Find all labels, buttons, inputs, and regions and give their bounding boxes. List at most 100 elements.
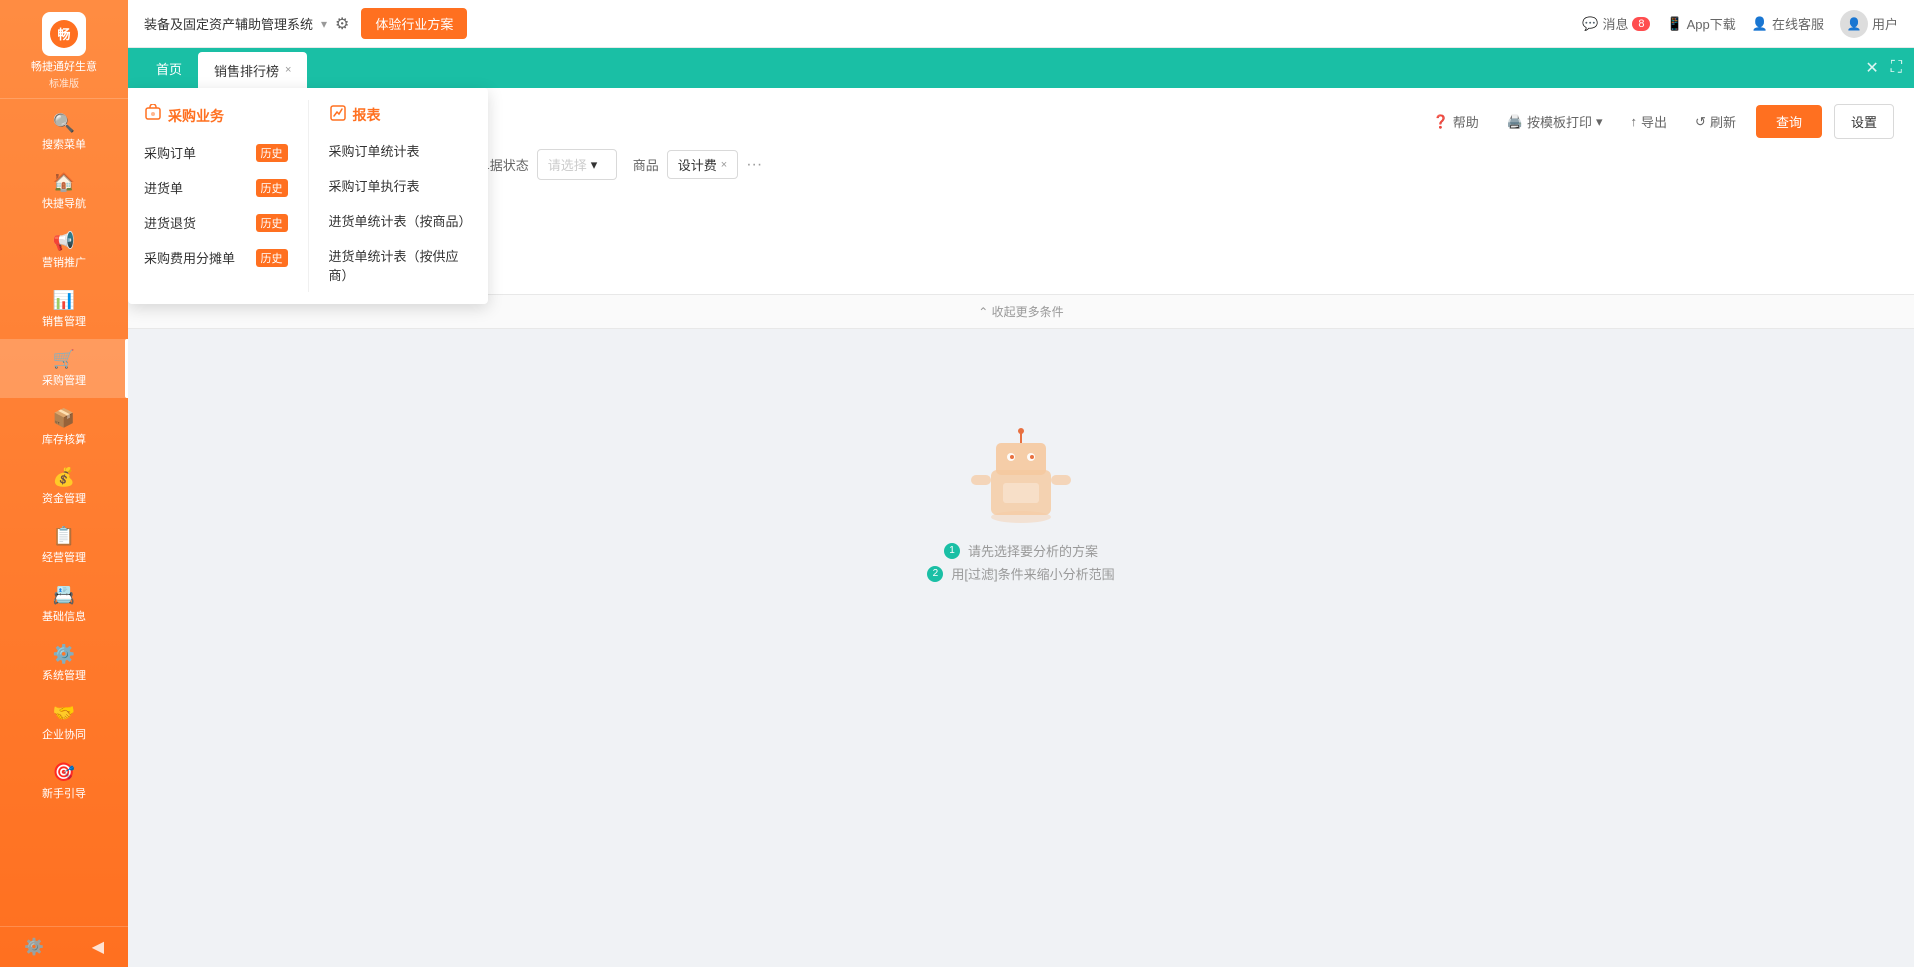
- service-icon: 👤: [1752, 16, 1768, 32]
- topbar-right: 💬 消息 8 📱 App下载 👤 在线客服 👤 用户: [1582, 10, 1898, 38]
- history-badge-3: 历史: [256, 249, 288, 267]
- sidebar-item-guide[interactable]: 🎯 新手引导: [0, 752, 128, 811]
- sidebar-item-basic-info[interactable]: 📇 基础信息: [0, 575, 128, 634]
- dropdown-item-report-3[interactable]: 进货单统计表（按供应商）: [321, 238, 481, 292]
- sidebar-item-finance[interactable]: 💰 资金管理: [0, 457, 128, 516]
- goods-tag: 设计费 ×: [667, 150, 738, 179]
- sidebar-item-system[interactable]: ⚙️ 系统管理: [0, 634, 128, 693]
- empty-illustration: [961, 425, 1081, 525]
- sidebar-collapse-btn[interactable]: ◀: [92, 937, 104, 957]
- enterprise-icon: 🤝: [53, 703, 75, 724]
- empty-state: 1 请先选择要分析的方案 2 用[过滤]条件来缩小分析范围: [128, 329, 1914, 679]
- dropdown-divider: [308, 100, 309, 292]
- app-download-btn[interactable]: 📱 App下载: [1666, 14, 1735, 33]
- sidebar-item-operations[interactable]: 📋 经营管理: [0, 516, 128, 575]
- logo-area: 畅 畅捷通好生意 标准版: [0, 0, 128, 99]
- dropdown-item-return[interactable]: 进货退货 历史: [136, 205, 296, 240]
- online-service-label: 在线客服: [1772, 14, 1824, 33]
- app-download-label: App下载: [1687, 14, 1736, 33]
- message-icon: 💬: [1582, 16, 1598, 32]
- industry-btn[interactable]: 体验行业方案: [361, 8, 467, 39]
- voucher-status-filter: 单据状态 请选择 ▾: [477, 149, 617, 180]
- print-btn[interactable]: 🖨️ 按模板打印 ▾: [1499, 108, 1611, 135]
- tab-home[interactable]: 首页: [140, 48, 198, 88]
- dropdown-item-report-0[interactable]: 采购订单统计表: [321, 133, 481, 168]
- dropdown-item-incoming[interactable]: 进货单 历史: [136, 170, 296, 205]
- sidebar-item-purchase[interactable]: 🛒 采购管理: [0, 339, 128, 398]
- sidebar-item-search[interactable]: 🔍 搜索菜单: [0, 103, 128, 162]
- phone-icon: 📱: [1666, 16, 1682, 32]
- query-btn[interactable]: 查询: [1756, 105, 1822, 138]
- history-badge-0: 历史: [256, 144, 288, 162]
- goods-ellipsis[interactable]: ···: [746, 156, 762, 174]
- refresh-btn[interactable]: ↺ 刷新: [1687, 108, 1744, 135]
- svg-text:畅: 畅: [57, 27, 70, 42]
- guide-icon: 🎯: [53, 762, 75, 783]
- sidebar-item-inventory[interactable]: 📦 库存核算: [0, 398, 128, 457]
- tab-close-icon[interactable]: ✕: [1865, 58, 1878, 78]
- toolbar-right: ❓ 帮助 🖨️ 按模板打印 ▾ ↑ 导出 ↺ 刷新: [1425, 104, 1894, 139]
- history-badge-2: 历史: [256, 214, 288, 232]
- tabbar: 首页 销售排行榜 × ✕ ⛶: [128, 48, 1914, 88]
- report-col-icon: [329, 104, 347, 125]
- purchase-col-icon: [144, 104, 162, 127]
- tab-close-btn[interactable]: ×: [285, 64, 291, 76]
- sidebar-bottom: ⚙️ ◀: [0, 926, 128, 967]
- help-btn[interactable]: ❓ 帮助: [1425, 108, 1487, 135]
- basic-info-icon: 📇: [53, 585, 75, 606]
- sidebar-item-marketing[interactable]: 📢 营销推广: [0, 221, 128, 280]
- topbar: 装备及固定资产辅助管理系统 ▾ ⚙ 体验行业方案 💬 消息 8 📱 App下载 …: [128, 0, 1914, 48]
- empty-hint2: 用[过滤]条件来缩小分析范围: [951, 564, 1114, 583]
- online-service-btn[interactable]: 👤 在线客服: [1752, 14, 1824, 33]
- logo-badge: 标准版: [49, 75, 79, 90]
- history-badge-1: 历史: [256, 179, 288, 197]
- dropdown-item-purchase-order[interactable]: 采购订单 历史: [136, 135, 296, 170]
- goods-tag-close[interactable]: ×: [721, 159, 727, 171]
- tab-right-icons: ✕ ⛶: [1865, 58, 1902, 78]
- dropdown-menu: 采购业务 采购订单 历史 进货单 历史 进货退货 历史 采购费用分摊单 历史: [128, 88, 488, 304]
- purchase-icon: 🛒: [53, 349, 75, 370]
- sidebar-settings-btn[interactable]: ⚙️: [24, 937, 44, 957]
- topbar-gear-icon[interactable]: ⚙: [335, 14, 349, 34]
- logo-icon: 畅: [42, 12, 86, 56]
- goods-label: 商品: [633, 155, 659, 174]
- sidebar-item-quick-nav[interactable]: 🏠 快捷导航: [0, 162, 128, 221]
- report-col-title: 报表: [321, 100, 481, 133]
- report-col: 报表 采购订单统计表 采购订单执行表 进货单统计表（按商品） 进货单统计表（按供…: [313, 100, 489, 292]
- dropdown-arrow-icon[interactable]: ▾: [321, 17, 327, 31]
- sidebar-nav: 🔍 搜索菜单 🏠 快捷导航 📢 营销推广 📊 销售管理 🛒 采购管理 📦 库存核…: [0, 99, 128, 926]
- sidebar-item-enterprise[interactable]: 🤝 企业协同: [0, 693, 128, 752]
- tab-maximize-icon[interactable]: ⛶: [1891, 59, 1902, 77]
- logo-text: 畅捷通好生意: [31, 60, 97, 75]
- goods-filter: 商品 设计费 × ···: [633, 150, 762, 179]
- message-btn[interactable]: 💬 消息 8: [1582, 14, 1650, 33]
- print-arrow-icon: ▾: [1596, 114, 1603, 130]
- tab-sales-rank[interactable]: 销售排行榜 ×: [198, 52, 307, 88]
- search-icon: 🔍: [53, 113, 75, 134]
- export-icon: ↑: [1631, 114, 1638, 129]
- user-label: 用户: [1872, 14, 1898, 33]
- voucher-status-select[interactable]: 请选择 ▾: [537, 149, 617, 180]
- purchase-col: 采购业务 采购订单 历史 进货单 历史 进货退货 历史 采购费用分摊单 历史: [128, 100, 304, 292]
- purchase-col-title: 采购业务: [136, 100, 296, 135]
- avatar: 👤: [1840, 10, 1868, 38]
- empty-hint1: 请先选择要分析的方案: [968, 541, 1098, 560]
- user-btn[interactable]: 👤 用户: [1840, 10, 1898, 38]
- dropdown-item-expense[interactable]: 采购费用分摊单 历史: [136, 240, 296, 275]
- chevron-down-icon: ▾: [591, 157, 598, 173]
- message-label: 消息: [1602, 14, 1628, 33]
- dropdown-item-report-2[interactable]: 进货单统计表（按商品）: [321, 203, 481, 238]
- refresh-icon: ↺: [1695, 114, 1706, 130]
- home-icon: 🏠: [53, 172, 75, 193]
- system-icon: ⚙️: [53, 644, 75, 665]
- sales-icon: 📊: [53, 290, 75, 311]
- main-area: 装备及固定资产辅助管理系统 ▾ ⚙ 体验行业方案 💬 消息 8 📱 App下载 …: [128, 0, 1914, 967]
- export-btn[interactable]: ↑ 导出: [1623, 108, 1676, 135]
- sidebar-item-sales[interactable]: 📊 销售管理: [0, 280, 128, 339]
- settings-btn[interactable]: 设置: [1834, 104, 1894, 139]
- system-title: 装备及固定资产辅助管理系统: [144, 14, 313, 33]
- inventory-icon: 📦: [53, 408, 75, 429]
- finance-icon: 💰: [53, 467, 75, 488]
- message-badge: 8: [1632, 17, 1650, 31]
- dropdown-item-report-1[interactable]: 采购订单执行表: [321, 168, 481, 203]
